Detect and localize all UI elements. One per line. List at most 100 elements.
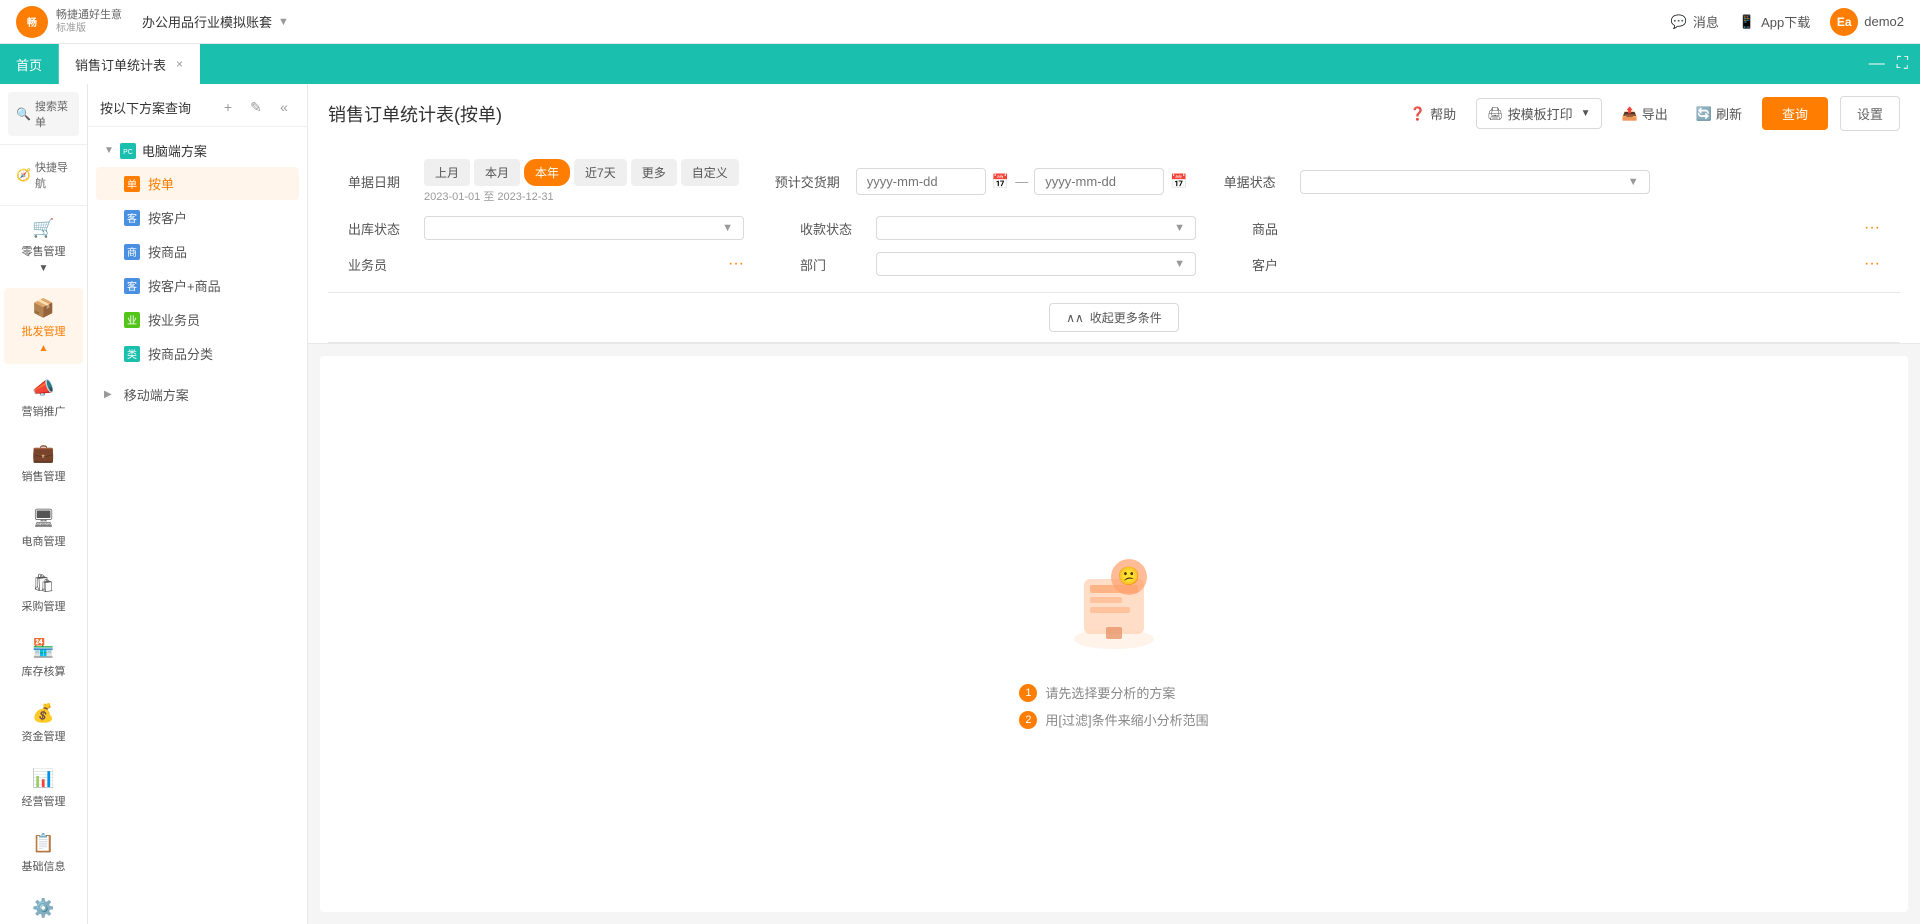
compass-icon: 🧭 xyxy=(16,168,31,182)
customer-more-icon[interactable]: ··· xyxy=(1864,255,1880,273)
sidebar-item-ecommerce[interactable]: 🖥 电商管理 xyxy=(4,498,83,559)
goods-more-icon[interactable]: ··· xyxy=(1864,219,1880,237)
sidebar-item-finance[interactable]: 💰 资金管理 xyxy=(4,693,83,754)
retail-icon: 🛒 xyxy=(32,218,54,239)
date-btn-more[interactable]: 更多 xyxy=(631,159,677,186)
date-range-text: 2023-01-01 至 2023-12-31 xyxy=(424,188,739,204)
main-layout: 🔍 搜索菜单 🧭 快捷导航 🛒 零售管理 ▼ 📦 批发管理 ▲ 📣 营销推广 💼 xyxy=(0,84,1920,924)
edit-scheme-button[interactable]: ✎ xyxy=(245,96,267,118)
filter-row-2: 出库状态 ▼ 收款状态 ▼ 商品 ··· xyxy=(348,216,1880,240)
empty-tips: 1 请先选择要分析的方案 2 用[过滤]条件来缩小分析范围 xyxy=(1019,683,1208,729)
tab-close-icon[interactable]: × xyxy=(176,57,183,71)
scheme-item-by-salesperson[interactable]: 业 按业务员 xyxy=(96,303,299,336)
export-button[interactable]: 📤 导出 xyxy=(1614,100,1676,127)
collapse-icon: « xyxy=(280,99,288,115)
date-btn-last-month[interactable]: 上月 xyxy=(424,159,470,186)
sidebar-item-retail[interactable]: 🛒 零售管理 ▼ xyxy=(4,208,83,284)
content-title-bar: 销售订单统计表(按单) ❓ 帮助 🖨 按模板打印 ▼ 📤 导出 xyxy=(328,96,1900,131)
date-btn-this-year[interactable]: 本年 xyxy=(524,159,570,186)
pc-scheme-group-header[interactable]: ▼ PC 电脑端方案 xyxy=(96,135,299,166)
quicknav-button[interactable]: 🧭 快捷导航 xyxy=(8,153,79,197)
salesperson-label: 业务员 xyxy=(348,255,408,274)
operations-icon: 📊 xyxy=(32,768,54,789)
svg-text:😕: 😕 xyxy=(1118,566,1140,586)
print-icon: 🖨 xyxy=(1487,106,1504,122)
customer-label: 客户 xyxy=(1252,255,1312,274)
tab-sales-order-stats[interactable]: 销售订单统计表 × xyxy=(59,44,200,84)
scheme-item-by-category[interactable]: 类 按商品分类 xyxy=(96,337,299,370)
help-icon: ❓ xyxy=(1410,106,1426,122)
basic-icon: 📋 xyxy=(32,833,54,854)
finance-icon: 💰 xyxy=(32,703,54,724)
scheme-item-by-goods[interactable]: 商 按商品 xyxy=(96,235,299,268)
order-status-select[interactable]: ▼ xyxy=(1300,170,1650,194)
shipping-status-select[interactable]: ▼ xyxy=(424,216,744,240)
svg-text:PC: PC xyxy=(123,149,133,156)
refresh-icon: 🔄 xyxy=(1696,106,1712,122)
sidebar-quicknav: 🧭 快捷导航 xyxy=(0,145,87,206)
sidebar-item-operations[interactable]: 📊 经营管理 xyxy=(4,758,83,819)
date-btn-last7[interactable]: 近7天 xyxy=(574,159,627,186)
mobile-group-arrow: ▶ xyxy=(104,389,112,400)
message-action[interactable]: 💬 消息 xyxy=(1671,12,1719,31)
shipping-status-arrow: ▼ xyxy=(722,222,733,234)
query-button[interactable]: 查询 xyxy=(1762,97,1828,130)
print-button[interactable]: 🖨 按模板打印 ▼ xyxy=(1476,98,1601,129)
scheme-item-by-customer[interactable]: 客 按客户 xyxy=(96,201,299,234)
app-download-action[interactable]: 📱 App下载 xyxy=(1739,12,1810,31)
collapse-button[interactable]: ∧∧ 收起更多条件 xyxy=(1049,303,1179,332)
sidebar: 🔍 搜索菜单 🧭 快捷导航 🛒 零售管理 ▼ 📦 批发管理 ▲ 📣 营销推广 💼 xyxy=(0,84,88,924)
tab-bar: 首页 销售订单统计表 × — ⛶ xyxy=(0,44,1920,84)
payment-status-select[interactable]: ▼ xyxy=(876,216,1196,240)
date-filter-group: 上月 本月 本年 近7天 更多 自定义 2023-01-01 至 2023-12… xyxy=(424,159,739,204)
tab-home[interactable]: 首页 xyxy=(0,44,59,84)
add-scheme-button[interactable]: + xyxy=(217,96,239,118)
sidebar-item-inventory[interactable]: 🏪 库存核算 xyxy=(4,628,83,689)
settings-button[interactable]: 设置 xyxy=(1840,96,1900,131)
sidebar-item-system[interactable]: ⚙️ 系统管理 xyxy=(4,888,83,924)
delivery-date-end[interactable] xyxy=(1034,168,1164,195)
user-area[interactable]: Ea demo2 xyxy=(1830,8,1904,36)
scheme-panel-title: 按以下方案查询 xyxy=(100,98,191,117)
search-menu-button[interactable]: 🔍 搜索菜单 xyxy=(8,92,79,136)
tab-bar-right: — ⛶ xyxy=(1869,55,1920,73)
delivery-date-start[interactable] xyxy=(856,168,986,195)
expected-delivery-group: 📅 — 📅 xyxy=(856,168,1188,195)
tab-minimize-icon[interactable]: — xyxy=(1869,55,1885,73)
content-header: 销售订单统计表(按单) ❓ 帮助 🖨 按模板打印 ▼ 📤 导出 xyxy=(308,84,1920,344)
salesperson-more-icon[interactable]: ··· xyxy=(728,255,744,273)
export-icon: 📤 xyxy=(1622,106,1638,122)
help-button[interactable]: ❓ 帮助 xyxy=(1402,100,1464,127)
sidebar-item-purchase[interactable]: 🛍 采购管理 xyxy=(4,563,83,624)
sidebar-item-marketing[interactable]: 📣 营销推广 xyxy=(4,368,83,429)
date-btn-this-month[interactable]: 本月 xyxy=(474,159,520,186)
mobile-scheme-header[interactable]: ▶ 移动端方案 xyxy=(96,379,299,410)
message-icon: 💬 xyxy=(1671,14,1687,30)
by-category-icon: 类 xyxy=(124,346,140,362)
sidebar-item-basic[interactable]: 📋 基础信息 xyxy=(4,823,83,884)
filter-row-3: 业务员 ··· 部门 ▼ 客户 ··· xyxy=(348,252,1880,276)
tab-maximize-icon[interactable]: ⛶ xyxy=(1897,55,1908,73)
scheme-item-by-order[interactable]: 单 按单 xyxy=(96,167,299,200)
by-salesperson-icon: 业 xyxy=(124,312,140,328)
collapse-panel-button[interactable]: « xyxy=(273,96,295,118)
date-btn-custom[interactable]: 自定义 xyxy=(681,159,739,186)
top-bar-right: 💬 消息 📱 App下载 Ea demo2 xyxy=(1671,8,1904,36)
scheme-item-by-customer-goods[interactable]: 客 按客户+商品 xyxy=(96,269,299,302)
wholesale-icon: 📦 xyxy=(32,298,54,319)
department-select[interactable]: ▼ xyxy=(876,252,1196,276)
refresh-button[interactable]: 🔄 刷新 xyxy=(1688,100,1750,127)
sales-icon: 💼 xyxy=(32,443,54,464)
calendar-end-icon[interactable]: 📅 xyxy=(1170,173,1187,190)
collapse-up-icon: ∧∧ xyxy=(1066,311,1084,325)
mobile-scheme-group: ▶ 移动端方案 xyxy=(88,371,307,410)
collapse-bar: ∧∧ 收起更多条件 xyxy=(328,293,1900,343)
print-chevron-icon: ▼ xyxy=(1581,108,1591,119)
company-selector[interactable]: 办公用品行业模拟账套 ▼ xyxy=(134,8,297,35)
logo-icon: 畅 xyxy=(16,6,48,38)
sidebar-item-wholesale[interactable]: 📦 批发管理 ▲ xyxy=(4,288,83,364)
sidebar-item-sales[interactable]: 💼 销售管理 xyxy=(4,433,83,494)
phone-icon: 📱 xyxy=(1739,14,1755,30)
calendar-start-icon[interactable]: 📅 xyxy=(992,173,1009,190)
empty-illustration: 😕 xyxy=(1054,539,1174,659)
